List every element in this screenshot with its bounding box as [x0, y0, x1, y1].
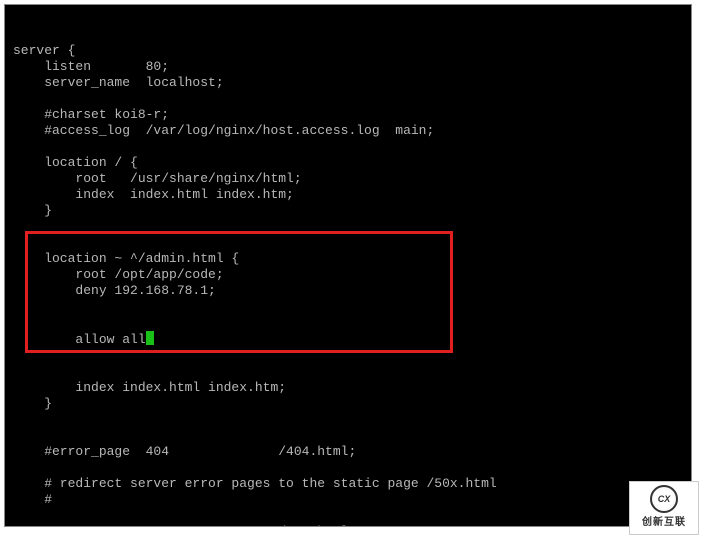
watermark-logo: CX	[650, 485, 678, 513]
config-line: }	[13, 203, 683, 219]
terminal-window: server { listen 80; server_name localhos…	[4, 4, 692, 527]
config-line: }	[13, 396, 683, 412]
config-line: location ~ ^/admin.html {	[13, 251, 683, 267]
config-line	[13, 219, 683, 235]
config-line: # redirect server error pages to the sta…	[13, 476, 683, 492]
config-line	[13, 460, 683, 476]
config-line: location / {	[13, 155, 683, 171]
config-lines-after: index index.html index.htm; } #error_pag…	[13, 380, 683, 527]
config-line-allow: allow all	[13, 331, 683, 348]
config-line: listen 80;	[13, 59, 683, 75]
config-line: deny 192.168.78.1;	[13, 283, 683, 299]
config-line: index index.html index.htm;	[13, 380, 683, 396]
terminal-cursor	[146, 331, 154, 345]
config-line	[13, 508, 683, 524]
config-line: #charset koi8-r;	[13, 107, 683, 123]
config-line: #access_log /var/log/nginx/host.access.l…	[13, 123, 683, 139]
config-line: root /usr/share/nginx/html;	[13, 171, 683, 187]
allow-text-prefix: allow all	[13, 332, 146, 347]
config-line	[13, 235, 683, 251]
config-line: server_name localhost;	[13, 75, 683, 91]
config-line	[13, 139, 683, 155]
config-line	[13, 91, 683, 107]
config-lines-before: server { listen 80; server_name localhos…	[13, 43, 683, 299]
config-line: #	[13, 492, 683, 508]
config-line	[13, 412, 683, 428]
watermark-label: 创新互联	[642, 515, 686, 531]
config-line: error_page 500 502 503 504 /50x.html;	[13, 524, 683, 527]
watermark-stamp: CX 创新互联	[629, 481, 699, 535]
config-line	[13, 428, 683, 444]
config-line: index index.html index.htm;	[13, 187, 683, 203]
config-line: server {	[13, 43, 683, 59]
config-line: #error_page 404 /404.html;	[13, 444, 683, 460]
config-line: root /opt/app/code;	[13, 267, 683, 283]
